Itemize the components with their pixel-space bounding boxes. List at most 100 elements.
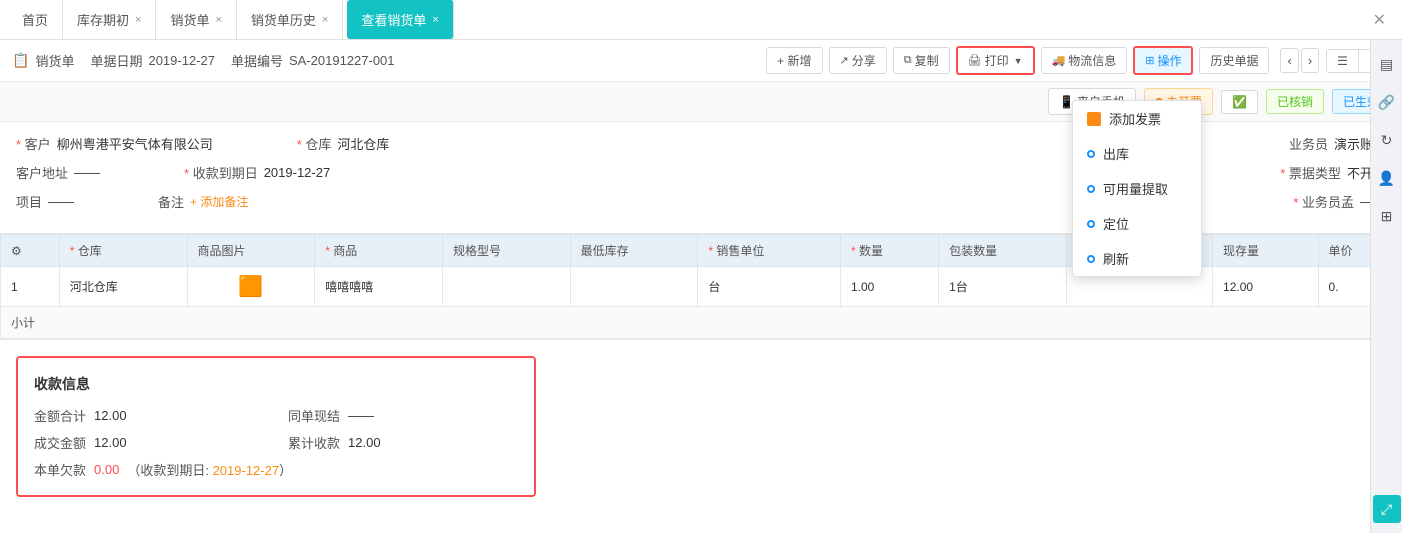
- tab-sales-history-close[interactable]: ×: [322, 14, 328, 26]
- logistics-button[interactable]: 🚚 物流信息: [1041, 47, 1128, 74]
- same-order-label: 同单现结: [288, 406, 340, 425]
- copy-button[interactable]: ⧉ 复制: [893, 47, 950, 74]
- add-note-button[interactable]: 添加备注: [190, 193, 248, 210]
- address-field: 客户地址 ——: [16, 163, 100, 182]
- col-spec: 规格型号: [442, 235, 570, 267]
- total-value: 12.00: [94, 408, 127, 423]
- copy-icon: ⧉: [904, 54, 912, 67]
- note-label: 备注: [158, 192, 184, 211]
- col-product: * 商品: [315, 235, 443, 267]
- sidebar-icon-5[interactable]: ⊞: [1373, 202, 1401, 230]
- sidebar-icon-4[interactable]: 👤: [1373, 164, 1401, 192]
- sidebar-icon-3[interactable]: ↻: [1373, 126, 1401, 154]
- locate-item[interactable]: 定位: [1073, 206, 1201, 241]
- confirm-icon: ✅: [1232, 95, 1247, 109]
- deal-amount-value: 12.00: [94, 435, 127, 450]
- cumulative-value: 12.00: [348, 435, 381, 450]
- print-button[interactable]: 🖨 打印 ▼: [956, 46, 1035, 75]
- cell-pack-qty: 1台: [939, 267, 1067, 307]
- payment-date-label: 收款到期日: [184, 163, 258, 182]
- tab-sales-history[interactable]: 销货单历史 ×: [237, 0, 343, 39]
- same-order-value: ——: [348, 408, 374, 423]
- col-min-stock: 最低库存: [570, 235, 698, 267]
- window-close[interactable]: ✕: [1365, 10, 1394, 30]
- tab-home[interactable]: 首页: [8, 0, 63, 39]
- tab-sales-order[interactable]: 销货单 ×: [156, 0, 236, 39]
- col-image: 商品图片: [187, 235, 315, 267]
- salesperson-label: 业务员孟: [1293, 192, 1354, 211]
- outbound-item[interactable]: 出库: [1073, 136, 1201, 171]
- cell-warehouse: 河北仓库: [59, 267, 187, 307]
- doc-date-label: 单据日期: [90, 51, 142, 70]
- col-quantity: * 数量: [840, 235, 938, 267]
- nav-arrows: ‹ ›: [1279, 48, 1320, 73]
- warehouse-label: 仓库: [297, 134, 332, 153]
- col-warehouse: * 仓库: [59, 235, 187, 267]
- bottom-section: 收款信息 金额合计 12.00 同单现结 —— 成交金额 12.00: [0, 340, 1402, 513]
- cell-stock: 12.00: [1213, 267, 1319, 307]
- confirm-button[interactable]: ✅: [1221, 90, 1258, 114]
- doc-number-value: SA-20191227-001: [289, 53, 395, 68]
- refresh-icon: [1087, 255, 1095, 263]
- operations-dropdown: 添加发票 出库 可用量提取 定位 刷新: [1072, 100, 1202, 277]
- note-field: 备注 添加备注: [158, 192, 248, 211]
- operations-button[interactable]: ⊞ 操作: [1133, 46, 1193, 75]
- tab-view-sales[interactable]: 查看销货单 ×: [347, 0, 453, 39]
- cell-seq: 1: [1, 267, 60, 307]
- sidebar-icon-expand[interactable]: ⤢: [1373, 495, 1401, 523]
- deal-amount-label: 成交金额: [34, 433, 86, 452]
- cell-quantity: 1.00: [840, 267, 938, 307]
- operations-icon: ⊞: [1145, 54, 1154, 67]
- sidebar-icon-1[interactable]: ▤: [1373, 50, 1401, 78]
- col-unit: * 销售单位: [698, 235, 841, 267]
- list-view-button[interactable]: ☰: [1327, 50, 1359, 72]
- share-icon: ↗: [840, 54, 849, 67]
- tab-bar: 首页 库存期初 × 销货单 × 销货单历史 × 查看销货单 × ✕: [0, 0, 1402, 40]
- warehouse-field: 仓库 河北仓库: [297, 134, 390, 153]
- cell-unit: 台: [698, 267, 841, 307]
- logistics-icon: 🚚: [1052, 54, 1066, 67]
- cell-product: 嘻嘻嘻嘻: [315, 267, 443, 307]
- ticket-type-label: 票据类型: [1280, 163, 1341, 182]
- sidebar-icon-2[interactable]: 🔗: [1373, 88, 1401, 116]
- project-value[interactable]: ——: [48, 194, 74, 209]
- add-invoice-item[interactable]: 添加发票: [1073, 101, 1201, 136]
- staff-label: 业务员: [1289, 134, 1328, 153]
- new-button[interactable]: + 新增: [766, 47, 822, 74]
- prev-button[interactable]: ‹: [1280, 48, 1298, 73]
- next-button[interactable]: ›: [1301, 48, 1319, 73]
- print-dropdown-arrow: ▼: [1014, 56, 1023, 66]
- tab-view-sales-close[interactable]: ×: [432, 14, 438, 26]
- due-label: 本单欠款: [34, 460, 86, 479]
- col-settings[interactable]: ⚙: [1, 235, 60, 267]
- subtotal-cell: 小计: [1, 307, 1402, 339]
- refresh-item[interactable]: 刷新: [1073, 241, 1201, 276]
- tab-inventory-init[interactable]: 库存期初 ×: [63, 0, 156, 39]
- due-row: 本单欠款 0.00 （收款到期日: 2019-12-27）: [34, 460, 518, 479]
- subtotal-row: 小计: [1, 307, 1402, 339]
- cumulative-row: 累计收款 12.00: [288, 433, 518, 452]
- tab-sales-order-close[interactable]: ×: [215, 14, 221, 26]
- doc-number-field: 单据编号 SA-20191227-001: [231, 51, 395, 70]
- customer-label: 客户: [16, 134, 51, 153]
- payment-date-value[interactable]: 2019-12-27: [264, 165, 331, 180]
- tab-inventory-init-close[interactable]: ×: [135, 14, 141, 26]
- customer-value[interactable]: 柳州粤港平安气体有限公司: [57, 134, 213, 153]
- right-sidebar: ▤ 🔗 ↻ 👤 ⊞ ⤢: [1370, 40, 1402, 533]
- address-value[interactable]: ——: [74, 165, 100, 180]
- locate-icon: [1087, 220, 1095, 228]
- cell-min-stock: [570, 267, 698, 307]
- payment-grid: 金额合计 12.00 同单现结 —— 成交金额 12.00 累计收款 12.00: [34, 406, 518, 479]
- warehouse-value[interactable]: 河北仓库: [337, 134, 389, 153]
- total-row: 金额合计 12.00: [34, 406, 264, 425]
- available-qty-item[interactable]: 可用量提取: [1073, 171, 1201, 206]
- add-invoice-icon: [1087, 112, 1101, 126]
- col-stock: 现存量: [1213, 235, 1319, 267]
- sold-badge[interactable]: 已核销: [1266, 89, 1324, 114]
- doc-actions: + 新增 ↗ 分享 ⧉ 复制 🖨 打印 ▼ 🚚 物流信: [766, 46, 1390, 75]
- project-field: 项目 ——: [16, 192, 74, 211]
- history-button[interactable]: 历史单据: [1199, 47, 1269, 74]
- share-button[interactable]: ↗ 分享: [829, 47, 887, 74]
- payment-date-field: 收款到期日 2019-12-27: [184, 163, 330, 182]
- cell-spec: [442, 267, 570, 307]
